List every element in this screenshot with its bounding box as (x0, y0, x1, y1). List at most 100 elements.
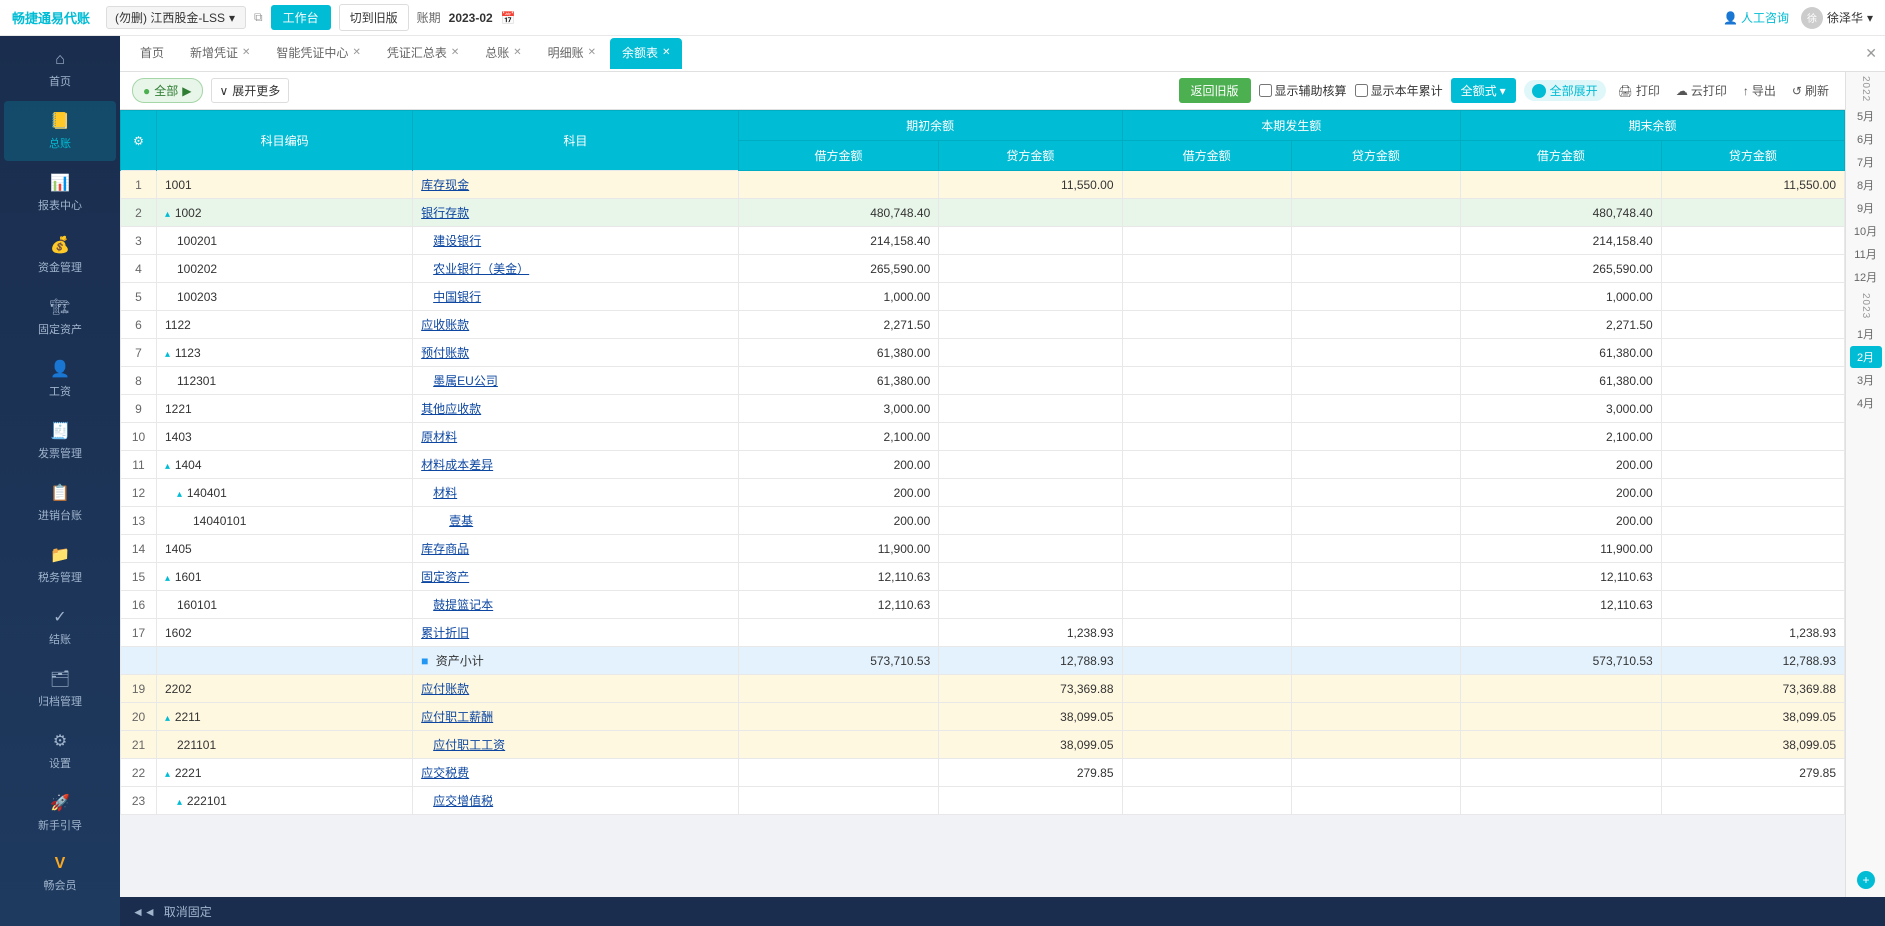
table-row[interactable]: 91221其他应收款3,000.003,000.00 (121, 395, 1845, 423)
table-row[interactable]: 171602累计折旧1,238.931,238.93 (121, 619, 1845, 647)
copy-icon[interactable]: ⧉ (254, 10, 263, 25)
cal-month-10-2022[interactable]: 10月 (1850, 220, 1882, 242)
sidebar-item-tax[interactable]: 📁 税务管理 (4, 535, 116, 595)
close-all-tabs[interactable]: ✕ (1865, 45, 1877, 62)
account-link[interactable]: 鼓提篮记本 (433, 598, 493, 612)
cell-name[interactable]: 建设银行 (413, 227, 738, 255)
account-link[interactable]: 应付账款 (421, 682, 469, 696)
account-link[interactable]: 累计折旧 (421, 626, 469, 640)
account-link[interactable]: 其他应收款 (421, 402, 481, 416)
table-row[interactable]: 4100202农业银行（美金）265,590.00265,590.00 (121, 255, 1845, 283)
show-auxiliary-checkbox[interactable]: 显示辅助核算 (1259, 82, 1347, 99)
cal-month-2-2023[interactable]: 2月 (1850, 346, 1882, 368)
cell-name[interactable]: 应付账款 (413, 675, 738, 703)
account-link[interactable]: 应交税费 (421, 766, 469, 780)
export-button[interactable]: ↑ 导出 (1739, 80, 1780, 101)
table-row[interactable]: 20▴ 2211应付职工薪酬38,099.0538,099.05 (121, 703, 1845, 731)
account-link[interactable]: 原材料 (421, 430, 457, 444)
format-button[interactable]: 全额式 ▾ (1451, 78, 1516, 103)
account-link[interactable]: 应收账款 (421, 318, 469, 332)
account-link[interactable]: 预付账款 (421, 346, 469, 360)
cell-name[interactable]: 材料 (413, 479, 738, 507)
table-row[interactable]: 11001库存现金11,550.0011,550.00 (121, 171, 1845, 199)
table-row[interactable]: 141405库存商品11,900.0011,900.00 (121, 535, 1845, 563)
sidebar-item-close[interactable]: ✓ 结账 (4, 597, 116, 657)
table-row[interactable]: 7▴ 1123预付账款61,380.0061,380.00 (121, 339, 1845, 367)
cell-name[interactable]: 应收账款 (413, 311, 738, 339)
account-link[interactable]: 应交增值税 (433, 794, 493, 808)
account-link[interactable]: 墨属EU公司 (433, 374, 498, 388)
return-old-version-button[interactable]: 返回旧版 (1179, 78, 1251, 103)
sidebar-item-member[interactable]: V 畅会员 (4, 845, 116, 903)
table-row[interactable]: 5100203中国银行1,000.001,000.00 (121, 283, 1845, 311)
tab-home[interactable]: 首页 (128, 38, 176, 69)
close-new-voucher[interactable]: ✕ (242, 47, 250, 58)
account-link[interactable]: 库存商品 (421, 542, 469, 556)
cell-name[interactable]: 其他应收款 (413, 395, 738, 423)
cal-month-12-2022[interactable]: 12月 (1850, 266, 1882, 288)
cell-name[interactable]: 库存商品 (413, 535, 738, 563)
close-smart-voucher[interactable]: ✕ (352, 47, 360, 58)
sidebar-item-guide[interactable]: 🚀 新手引导 (4, 783, 116, 843)
sidebar-item-archive[interactable]: 🗂 归档管理 (4, 659, 116, 719)
tab-voucher-summary[interactable]: 凭证汇总表 ✕ (375, 38, 471, 69)
cell-name[interactable]: 原材料 (413, 423, 738, 451)
refresh-button[interactable]: ↺ 刷新 (1788, 80, 1833, 101)
expand-icon[interactable]: ▴ (165, 769, 173, 780)
account-link[interactable]: 库存现金 (421, 178, 469, 192)
workbench-button[interactable]: 工作台 (271, 5, 331, 30)
expand-icon[interactable]: ▴ (165, 573, 173, 584)
expand-more-button[interactable]: ∨ 展开更多 (211, 78, 290, 103)
table-row[interactable]: 1314040101壹基200.00200.00 (121, 507, 1845, 535)
cell-name[interactable]: 应交增值税 (413, 787, 738, 815)
cal-month-6-2022[interactable]: 6月 (1850, 128, 1882, 150)
table-row[interactable]: 22▴ 2221应交税费279.85279.85 (121, 759, 1845, 787)
expand-icon[interactable]: ▴ (165, 713, 173, 724)
ytd-check[interactable] (1355, 84, 1368, 97)
auxiliary-check[interactable] (1259, 84, 1272, 97)
table-row[interactable]: 61122应收账款2,271.502,271.50 (121, 311, 1845, 339)
cloud-print-button[interactable]: ☁ 云打印 (1672, 80, 1731, 101)
user-service[interactable]: 👤 人工咨询 (1723, 9, 1789, 26)
calendar-icon[interactable]: 📅 (501, 11, 516, 25)
cell-name[interactable]: 固定资产 (413, 563, 738, 591)
close-voucher-summary[interactable]: ✕ (451, 47, 459, 58)
sidebar-item-purchases[interactable]: 📋 进销台账 (4, 473, 116, 533)
tab-detail[interactable]: 明细账 ✕ (536, 38, 608, 69)
sidebar-item-payroll[interactable]: 👤 工资 (4, 349, 116, 409)
expand-icon[interactable]: ▴ (165, 349, 173, 360)
tab-new-voucher[interactable]: 新增凭证 ✕ (178, 38, 262, 69)
cell-name[interactable]: 墨属EU公司 (413, 367, 738, 395)
sidebar-item-funds[interactable]: 💰 资金管理 (4, 225, 116, 285)
cal-month-3-2023[interactable]: 3月 (1850, 369, 1882, 391)
expand-all-toggle[interactable]: 全部展开 (1524, 80, 1606, 101)
table-row[interactable]: ■ 资产小计573,710.5312,788.93573,710.5312,78… (121, 647, 1845, 675)
cell-name[interactable]: 应付职工工资 (413, 731, 738, 759)
cell-name[interactable]: 农业银行（美金） (413, 255, 738, 283)
expand-icon[interactable]: ▴ (177, 489, 185, 500)
table-row[interactable]: 8112301墨属EU公司61,380.0061,380.00 (121, 367, 1845, 395)
close-ledger[interactable]: ✕ (513, 47, 521, 58)
table-row[interactable]: 3100201建设银行214,158.40214,158.40 (121, 227, 1845, 255)
bottom-bar[interactable]: ◄◄ 取消固定 (120, 897, 1885, 926)
sidebar-item-assets[interactable]: 🏗 固定资产 (4, 287, 116, 347)
sidebar-item-settings[interactable]: ⚙ 设置 (4, 721, 116, 781)
account-link[interactable]: 应付职工薪酬 (421, 710, 493, 724)
cal-month-11-2022[interactable]: 11月 (1850, 243, 1882, 265)
sidebar-item-reports[interactable]: 📊 报表中心 (4, 163, 116, 223)
table-row[interactable]: 192202应付账款73,369.8873,369.88 (121, 675, 1845, 703)
account-link[interactable]: 材料 (433, 486, 457, 500)
cell-name[interactable]: 应付职工薪酬 (413, 703, 738, 731)
expand-icon[interactable]: ▴ (165, 209, 173, 220)
cell-name[interactable]: 银行存款 (413, 199, 738, 227)
filter-all-button[interactable]: ● 全部 ▶ (132, 78, 203, 103)
account-link[interactable]: 壹基 (449, 514, 473, 528)
cell-name[interactable]: 预付账款 (413, 339, 738, 367)
user-menu[interactable]: 徐 徐泽华 ▾ (1801, 7, 1873, 29)
cell-name[interactable]: 中国银行 (413, 283, 738, 311)
account-link[interactable]: 应付职工工资 (433, 738, 505, 752)
table-row[interactable]: 21221101应付职工工资38,099.0538,099.05 (121, 731, 1845, 759)
expand-icon[interactable]: ▴ (177, 797, 185, 808)
table-row[interactable]: 101403原材料2,100.002,100.00 (121, 423, 1845, 451)
account-link[interactable]: 农业银行（美金） (433, 262, 529, 276)
